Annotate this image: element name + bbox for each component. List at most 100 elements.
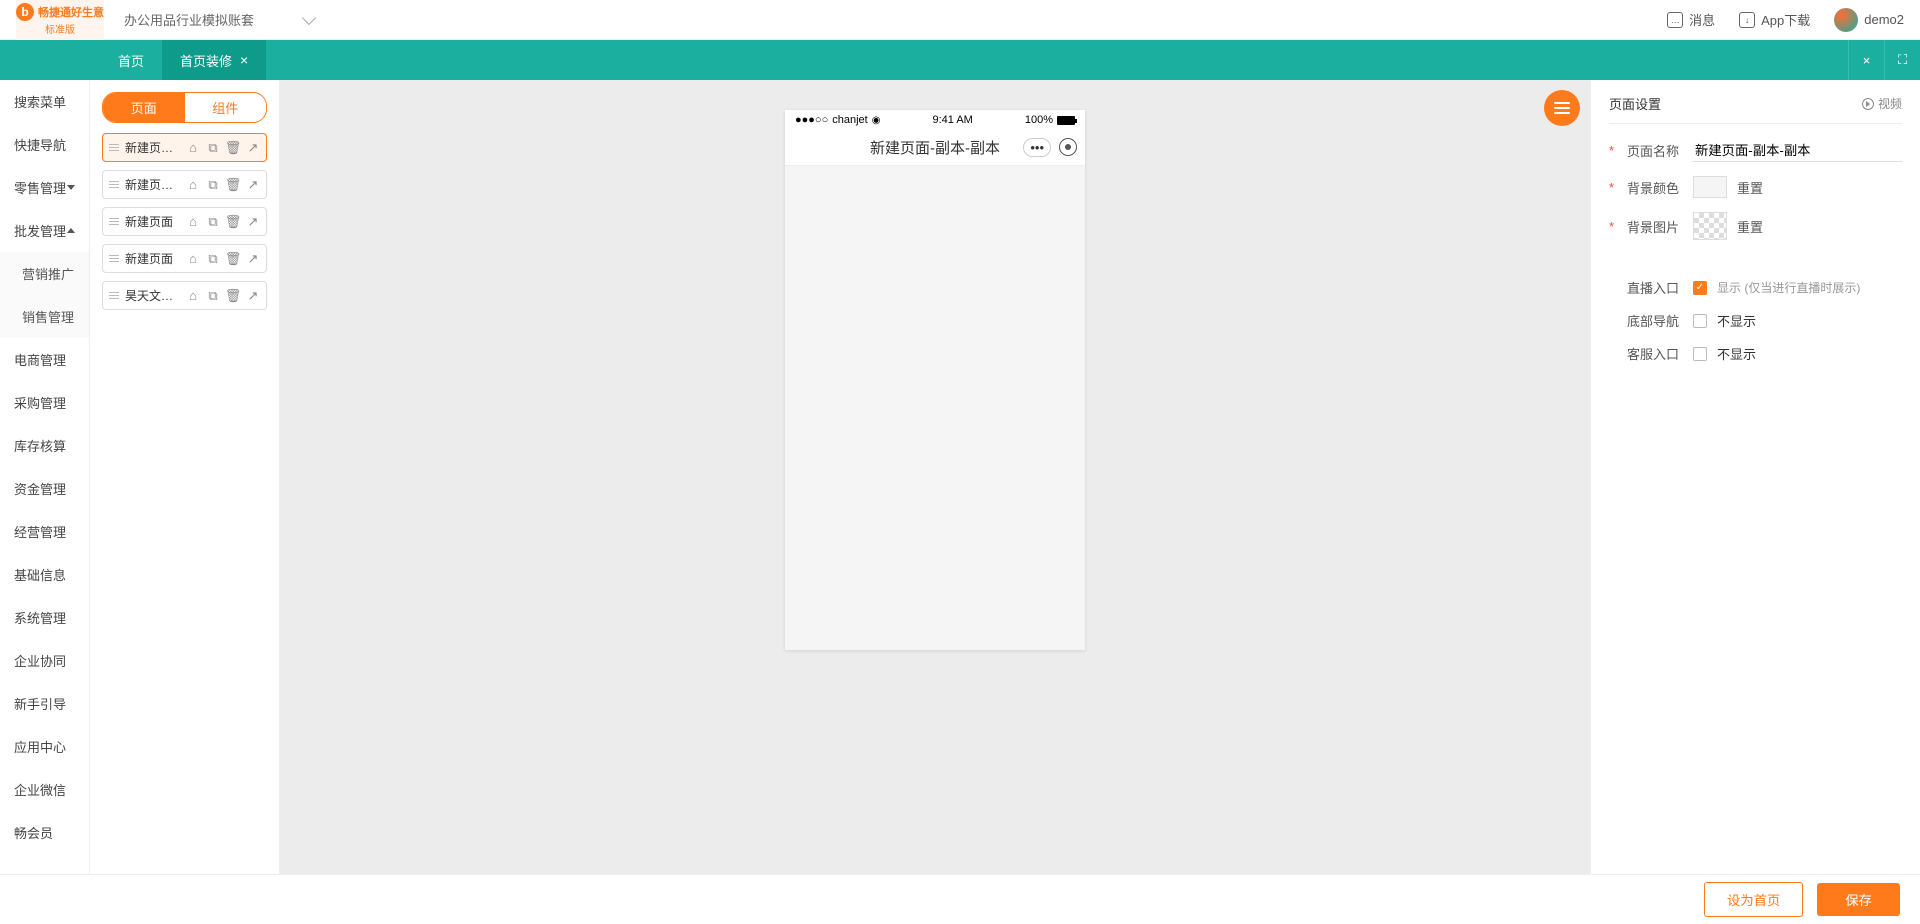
- nav-purchase[interactable]: 采购管理: [0, 381, 89, 424]
- fullscreen-button[interactable]: ⛶: [1884, 40, 1920, 80]
- panel-tab-component[interactable]: 组件: [185, 93, 267, 122]
- home-icon[interactable]: ⌂: [186, 141, 200, 155]
- delete-icon[interactable]: 🗑: [226, 215, 240, 229]
- save-button[interactable]: 保存: [1817, 883, 1900, 916]
- live-checkbox[interactable]: ✓: [1693, 281, 1707, 295]
- nav-retail[interactable]: 零售管理: [0, 166, 89, 209]
- float-menu-button[interactable]: [1544, 90, 1580, 126]
- nav-search-menu[interactable]: 搜索菜单: [0, 80, 89, 123]
- chevron-up-icon: [67, 228, 75, 233]
- nav-inventory[interactable]: 库存核算: [0, 424, 89, 467]
- delete-icon[interactable]: 🗑: [226, 252, 240, 266]
- home-icon[interactable]: ⌂: [186, 178, 200, 192]
- tab-decor[interactable]: 首页装修 ×: [162, 40, 266, 80]
- app-download-button[interactable]: ↓ App下载: [1739, 10, 1810, 29]
- logo-sub: 标准版: [45, 21, 75, 36]
- share-icon[interactable]: ↗: [246, 215, 260, 229]
- home-icon[interactable]: ⌂: [186, 289, 200, 303]
- page-item[interactable]: 新建页面 ⌂ ⧉ 🗑 ↗: [102, 244, 267, 273]
- share-icon[interactable]: ↗: [246, 289, 260, 303]
- user-menu[interactable]: demo2: [1834, 8, 1904, 32]
- phone-body[interactable]: [785, 166, 1085, 650]
- nav-basic[interactable]: 基础信息: [0, 553, 89, 596]
- copy-icon[interactable]: ⧉: [206, 289, 220, 303]
- home-icon[interactable]: ⌂: [186, 252, 200, 266]
- copy-icon[interactable]: ⧉: [206, 178, 220, 192]
- nav-system[interactable]: 系统管理: [0, 596, 89, 639]
- page-item[interactable]: 新建页面-副本-副本 ⌂ ⧉ 🗑 ↗: [102, 133, 267, 162]
- home-icon[interactable]: ⌂: [186, 215, 200, 229]
- drag-icon[interactable]: [109, 181, 119, 188]
- page-item[interactable]: 新建页面 ⌂⧉🗑↗: [102, 207, 267, 236]
- page-list: 新建页面-副本-副本 ⌂ ⧉ 🗑 ↗ 新建页面-副本 ⌂⧉🗑↗ 新建页面: [102, 133, 267, 877]
- nav-guide[interactable]: 新手引导: [0, 682, 89, 725]
- messages-button[interactable]: … 消息: [1667, 10, 1715, 29]
- nav-quick-nav[interactable]: 快捷导航: [0, 123, 89, 166]
- nav-ecommerce[interactable]: 电商管理: [0, 338, 89, 381]
- drag-icon[interactable]: [109, 218, 119, 225]
- drag-icon[interactable]: [109, 144, 119, 151]
- bottom-nav-text: 不显示: [1717, 311, 1756, 330]
- nav-sales[interactable]: 销售管理: [0, 295, 89, 338]
- signal-icon: ●●●○○: [795, 114, 828, 126]
- nav-enterprise[interactable]: 企业协同: [0, 639, 89, 682]
- phone-title-bar: 新建页面-副本-副本 •••: [785, 130, 1085, 166]
- nav-app-center[interactable]: 应用中心: [0, 725, 89, 768]
- delete-icon[interactable]: 🗑: [226, 178, 240, 192]
- canvas-zone: ●●●○○ chanjet ◉ 9:41 AM 100% 新建页面-副本-副本 …: [280, 80, 1590, 924]
- chevron-down-icon: [302, 10, 316, 24]
- more-icon[interactable]: •••: [1023, 138, 1051, 157]
- nav-wholesale[interactable]: 批发管理: [0, 209, 89, 252]
- account-selector[interactable]: 办公用品行业模拟账套: [124, 10, 314, 29]
- app-header: b 畅捷通好生意 标准版 办公用品行业模拟账套 … 消息 ↓ App下载 dem…: [0, 0, 1920, 40]
- page-name: 新建页面: [125, 250, 180, 267]
- share-icon[interactable]: ↗: [246, 178, 260, 192]
- nav-wechat[interactable]: 企业微信: [0, 768, 89, 811]
- set-home-button[interactable]: 设为首页: [1704, 882, 1803, 917]
- app-logo: b 畅捷通好生意 标准版: [16, 0, 104, 40]
- bg-color-swatch[interactable]: [1693, 176, 1727, 198]
- video-link[interactable]: 视频: [1862, 95, 1902, 112]
- nav-funds[interactable]: 资金管理: [0, 467, 89, 510]
- target-icon[interactable]: [1059, 138, 1077, 156]
- drag-icon[interactable]: [109, 292, 119, 299]
- tab-decor-label: 首页装修: [180, 51, 232, 70]
- page-name-input[interactable]: [1693, 138, 1902, 162]
- bg-image-reset[interactable]: 重置: [1737, 217, 1763, 236]
- service-checkbox[interactable]: [1693, 347, 1707, 361]
- nav-member[interactable]: 畅会员: [0, 811, 89, 854]
- logo-name: 畅捷通好生意: [38, 4, 104, 20]
- bottom-nav-checkbox[interactable]: [1693, 314, 1707, 328]
- bg-image-picker[interactable]: [1693, 212, 1727, 240]
- share-icon[interactable]: ↗: [246, 252, 260, 266]
- left-nav: 搜索菜单 快捷导航 零售管理 批发管理 营销推广 销售管理 电商管理 采购管理 …: [0, 80, 90, 924]
- status-bar: ●●●○○ chanjet ◉ 9:41 AM 100%: [785, 110, 1085, 130]
- app-download-label: App下载: [1761, 10, 1810, 29]
- editor: 页面 组件 新建页面-副本-副本 ⌂ ⧉ 🗑 ↗ 新建页面-副本: [90, 80, 1920, 924]
- page-item[interactable]: 昊天文具店 ⌂ ⧉ 🗑 ↗: [102, 281, 267, 310]
- page-item[interactable]: 新建页面-副本 ⌂⧉🗑↗: [102, 170, 267, 199]
- tab-home[interactable]: 首页: [100, 40, 162, 80]
- nav-marketing[interactable]: 营销推广: [0, 252, 89, 295]
- copy-icon[interactable]: ⧉: [206, 215, 220, 229]
- settings-title: 页面设置: [1609, 94, 1661, 113]
- bg-image-label: 背景图片: [1627, 217, 1683, 236]
- copy-icon[interactable]: ⧉: [206, 141, 220, 155]
- share-icon[interactable]: ↗: [246, 141, 260, 155]
- live-hint: 显示 (仅当进行直播时展示): [1717, 279, 1860, 296]
- page-panel: 页面 组件 新建页面-副本-副本 ⌂ ⧉ 🗑 ↗ 新建页面-副本: [90, 80, 280, 924]
- bg-color-reset[interactable]: 重置: [1737, 178, 1763, 197]
- panel-tab-page[interactable]: 页面: [103, 93, 185, 122]
- close-icon[interactable]: ×: [240, 53, 248, 67]
- nav-operation[interactable]: 经营管理: [0, 510, 89, 553]
- delete-icon[interactable]: 🗑: [226, 141, 240, 155]
- wifi-icon: ◉: [872, 115, 881, 126]
- video-label: 视频: [1878, 95, 1902, 112]
- drag-icon[interactable]: [109, 255, 119, 262]
- copy-icon[interactable]: ⧉: [206, 252, 220, 266]
- battery-icon: [1057, 116, 1075, 125]
- delete-icon[interactable]: 🗑: [226, 289, 240, 303]
- tab-close-all-button[interactable]: ×: [1848, 40, 1884, 80]
- chevron-down-icon: [67, 185, 75, 190]
- page-name: 昊天文具店: [125, 287, 180, 304]
